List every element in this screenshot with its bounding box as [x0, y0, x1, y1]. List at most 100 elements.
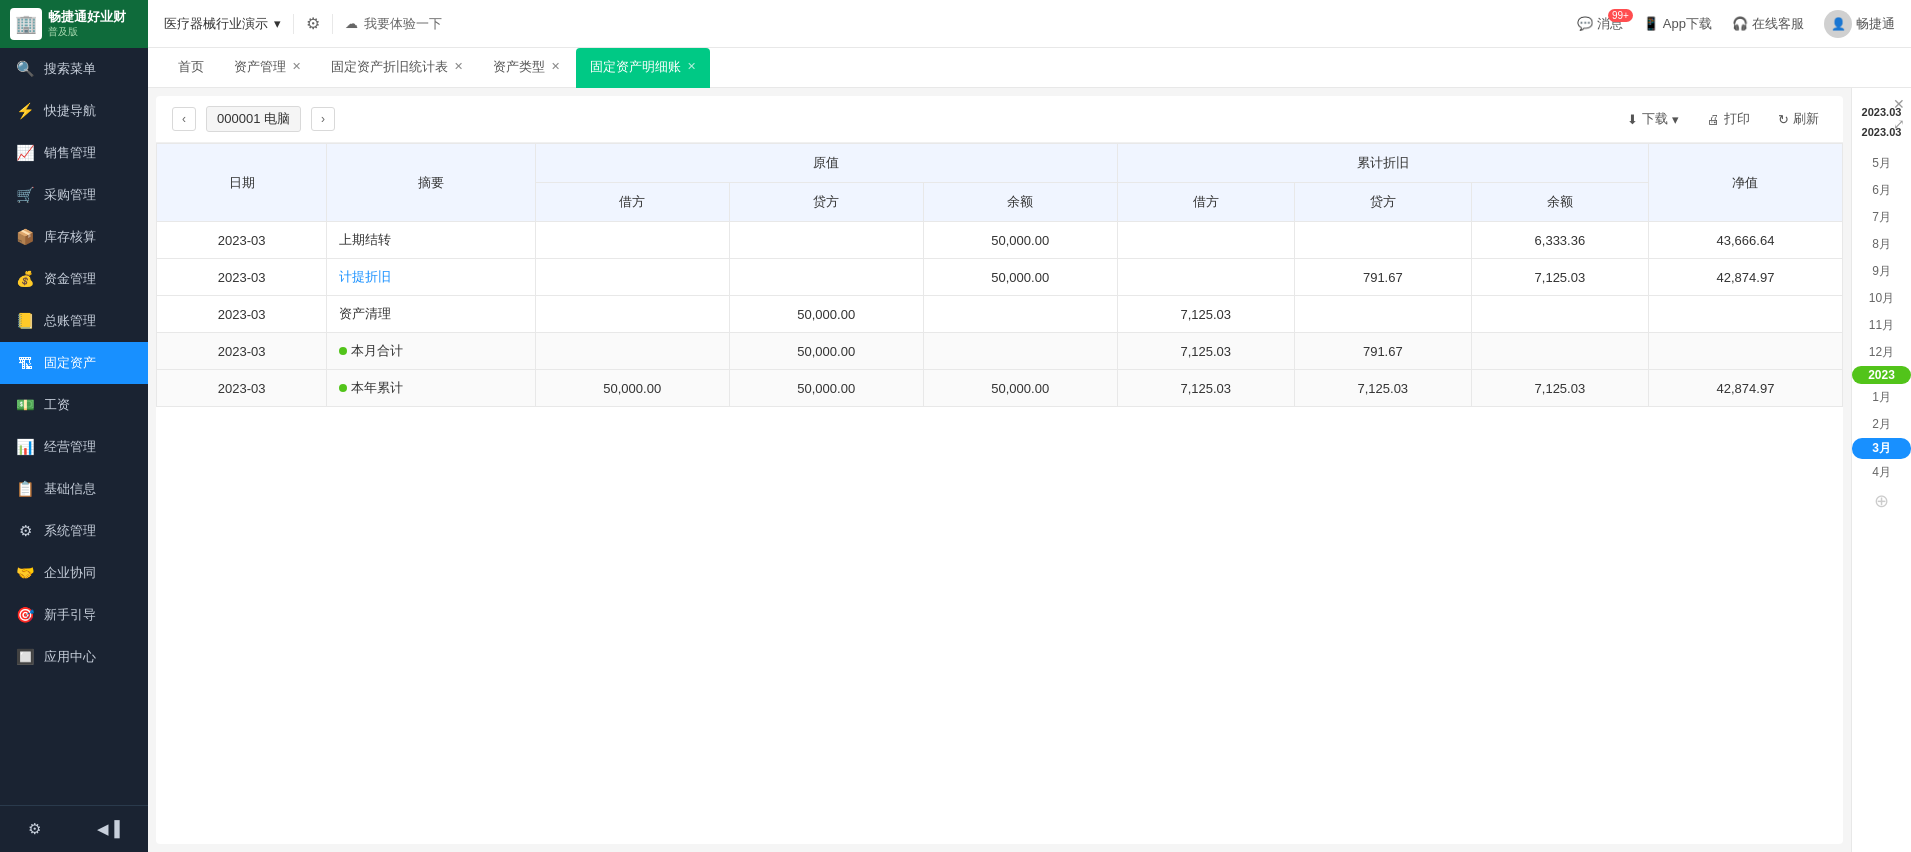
sidebar-settings-button[interactable]: ⚙ — [22, 814, 47, 844]
sidebar-item-payroll[interactable]: 💵 工资 — [0, 384, 148, 426]
cell-orig-balance — [923, 296, 1117, 333]
tab-bar: 首页 资产管理 ✕ 固定资产折旧统计表 ✕ 资产类型 ✕ 固定资产明细账 ✕ — [148, 48, 1911, 88]
dropdown-icon: ▾ — [1672, 112, 1679, 127]
tab-asset-type-close[interactable]: ✕ — [551, 60, 560, 73]
cell-net — [1648, 333, 1842, 370]
refresh-label: 刷新 — [1793, 110, 1819, 128]
system-icon: ⚙ — [16, 522, 34, 540]
cell-desc: 计提折旧 — [327, 259, 535, 296]
timeline-month-10[interactable]: 10月 — [1852, 285, 1911, 312]
refresh-button[interactable]: ↻ 刷新 — [1770, 106, 1827, 132]
timeline-month-9[interactable]: 9月 — [1852, 258, 1911, 285]
cell-date: 2023-03 — [157, 370, 327, 407]
timeline-year-2023[interactable]: 2023 — [1852, 366, 1911, 384]
app-download-button[interactable]: 📱 App下载 — [1643, 15, 1712, 33]
search-icon: 🔍 — [16, 60, 34, 78]
tab-depreciation-stats[interactable]: 固定资产折旧统计表 ✕ — [317, 48, 477, 88]
cell-dep-balance: 6,333.36 — [1471, 222, 1648, 259]
tab-depreciation-stats-close[interactable]: ✕ — [454, 60, 463, 73]
timeline-month-6[interactable]: 6月 — [1852, 177, 1911, 204]
sidebar-collapse-button[interactable]: ◀▐ — [91, 814, 126, 844]
prev-asset-button[interactable]: ‹ — [172, 107, 196, 131]
timeline-close-button[interactable]: ✕ — [1893, 96, 1905, 112]
tab-home[interactable]: 首页 — [164, 48, 218, 88]
sidebar-item-basic-info[interactable]: 📋 基础信息 — [0, 468, 148, 510]
experience-label: 我要体验一下 — [364, 15, 442, 33]
col-orig-balance: 余额 — [923, 183, 1117, 222]
col-group-depreciation: 累计折旧 — [1117, 144, 1648, 183]
message-button[interactable]: 💬 消息 99+ — [1577, 15, 1623, 33]
tab-home-label: 首页 — [178, 58, 204, 76]
cell-net: 42,874.97 — [1648, 370, 1842, 407]
sidebar-item-label: 经营管理 — [44, 438, 96, 456]
table-row: 2023-03 本年累计 50,000.00 50,000.00 50,000.… — [157, 370, 1843, 407]
tab-asset-mgmt-close[interactable]: ✕ — [292, 60, 301, 73]
sidebar-item-quicknav[interactable]: ⚡ 快捷导航 — [0, 90, 148, 132]
sidebar-item-label: 企业协同 — [44, 564, 96, 582]
download-button[interactable]: ⬇ 下载 ▾ — [1619, 106, 1687, 132]
tab-asset-type[interactable]: 资产类型 ✕ — [479, 48, 574, 88]
sidebar-item-fixed-assets[interactable]: 🏗 固定资产 — [0, 342, 148, 384]
panel-toolbar: ‹ 000001 电脑 › ⬇ 下载 ▾ 🖨 打印 ↻ 刷新 — [156, 96, 1843, 143]
timeline-month-7[interactable]: 7月 — [1852, 204, 1911, 231]
user-menu-button[interactable]: 👤 畅捷通 — [1824, 10, 1895, 38]
cell-orig-credit: 50,000.00 — [729, 296, 923, 333]
operations-icon: 📊 — [16, 438, 34, 456]
app-center-icon: 🔲 — [16, 648, 34, 666]
cloud-icon: ☁ — [345, 16, 358, 31]
customer-service-button[interactable]: 🎧 在线客服 — [1732, 15, 1804, 33]
refresh-icon: ↻ — [1778, 112, 1789, 127]
print-button[interactable]: 🖨 打印 — [1699, 106, 1758, 132]
timeline-month-11[interactable]: 11月 — [1852, 312, 1911, 339]
timeline-month-2[interactable]: 2月 — [1852, 411, 1911, 438]
sidebar-item-label: 基础信息 — [44, 480, 96, 498]
tab-asset-mgmt-label: 资产管理 — [234, 58, 286, 76]
tab-asset-detail[interactable]: 固定资产明细账 ✕ — [576, 48, 710, 88]
sidebar-item-operations[interactable]: 📊 经营管理 — [0, 426, 148, 468]
sidebar-item-label: 搜索菜单 — [44, 60, 96, 78]
timeline-month-3[interactable]: 3月 — [1852, 438, 1911, 459]
settings-icon[interactable]: ⚙ — [306, 14, 320, 33]
experience-button[interactable]: ☁ 我要体验一下 — [345, 15, 442, 33]
cell-orig-debit — [535, 296, 729, 333]
timeline-panel: ✕ ⤢ 2023.03 2023.03 5月 6月 7月 8月 9月 10月 1… — [1851, 88, 1911, 852]
tab-asset-detail-label: 固定资产明细账 — [590, 58, 681, 76]
sidebar-item-search[interactable]: 🔍 搜索菜单 — [0, 48, 148, 90]
tab-asset-detail-close[interactable]: ✕ — [687, 60, 696, 73]
sidebar-item-cooperation[interactable]: 🤝 企业协同 — [0, 552, 148, 594]
cell-net — [1648, 296, 1842, 333]
sidebar-item-system[interactable]: ⚙ 系统管理 — [0, 510, 148, 552]
timeline-month-1[interactable]: 1月 — [1852, 384, 1911, 411]
guide-icon: 🎯 — [16, 606, 34, 624]
sidebar-item-app-center[interactable]: 🔲 应用中心 — [0, 636, 148, 678]
col-group-original: 原值 — [535, 144, 1117, 183]
sidebar-item-purchase[interactable]: 🛒 采购管理 — [0, 174, 148, 216]
green-dot-icon — [339, 347, 347, 355]
cell-desc: 本年累计 — [327, 370, 535, 407]
timeline-month-5[interactable]: 5月 — [1852, 150, 1911, 177]
sidebar-item-inventory[interactable]: 📦 库存核算 — [0, 216, 148, 258]
year-total-label: 本年累计 — [351, 379, 403, 397]
inventory-icon: 📦 — [16, 228, 34, 246]
sidebar-item-sales[interactable]: 📈 销售管理 — [0, 132, 148, 174]
cell-dep-debit: 7,125.03 — [1117, 333, 1294, 370]
cell-date: 2023-03 — [157, 296, 327, 333]
sidebar-item-label: 资金管理 — [44, 270, 96, 288]
timeline-month-12[interactable]: 12月 — [1852, 339, 1911, 366]
cell-dep-debit — [1117, 222, 1294, 259]
print-label: 打印 — [1724, 110, 1750, 128]
sidebar-item-finance[interactable]: 💰 资金管理 — [0, 258, 148, 300]
sidebar-item-ledger[interactable]: 📒 总账管理 — [0, 300, 148, 342]
sidebar-item-guide[interactable]: 🎯 新手引导 — [0, 594, 148, 636]
timeline-month-4[interactable]: 4月 — [1852, 459, 1911, 486]
tab-asset-mgmt[interactable]: 资产管理 ✕ — [220, 48, 315, 88]
timeline-expand-button[interactable]: ⤢ — [1893, 116, 1905, 132]
company-selector[interactable]: 医疗器械行业演示 ▾ — [164, 15, 281, 33]
timeline-down-arrow[interactable]: ⊕ — [1874, 490, 1889, 512]
next-asset-button[interactable]: › — [311, 107, 335, 131]
message-icon: 💬 — [1577, 16, 1593, 31]
table-row: 2023-03 上期结转 50,000.00 6,333.36 43,666.6… — [157, 222, 1843, 259]
timeline-month-8[interactable]: 8月 — [1852, 231, 1911, 258]
headset-icon: 🎧 — [1732, 16, 1748, 31]
green-dot-icon — [339, 384, 347, 392]
